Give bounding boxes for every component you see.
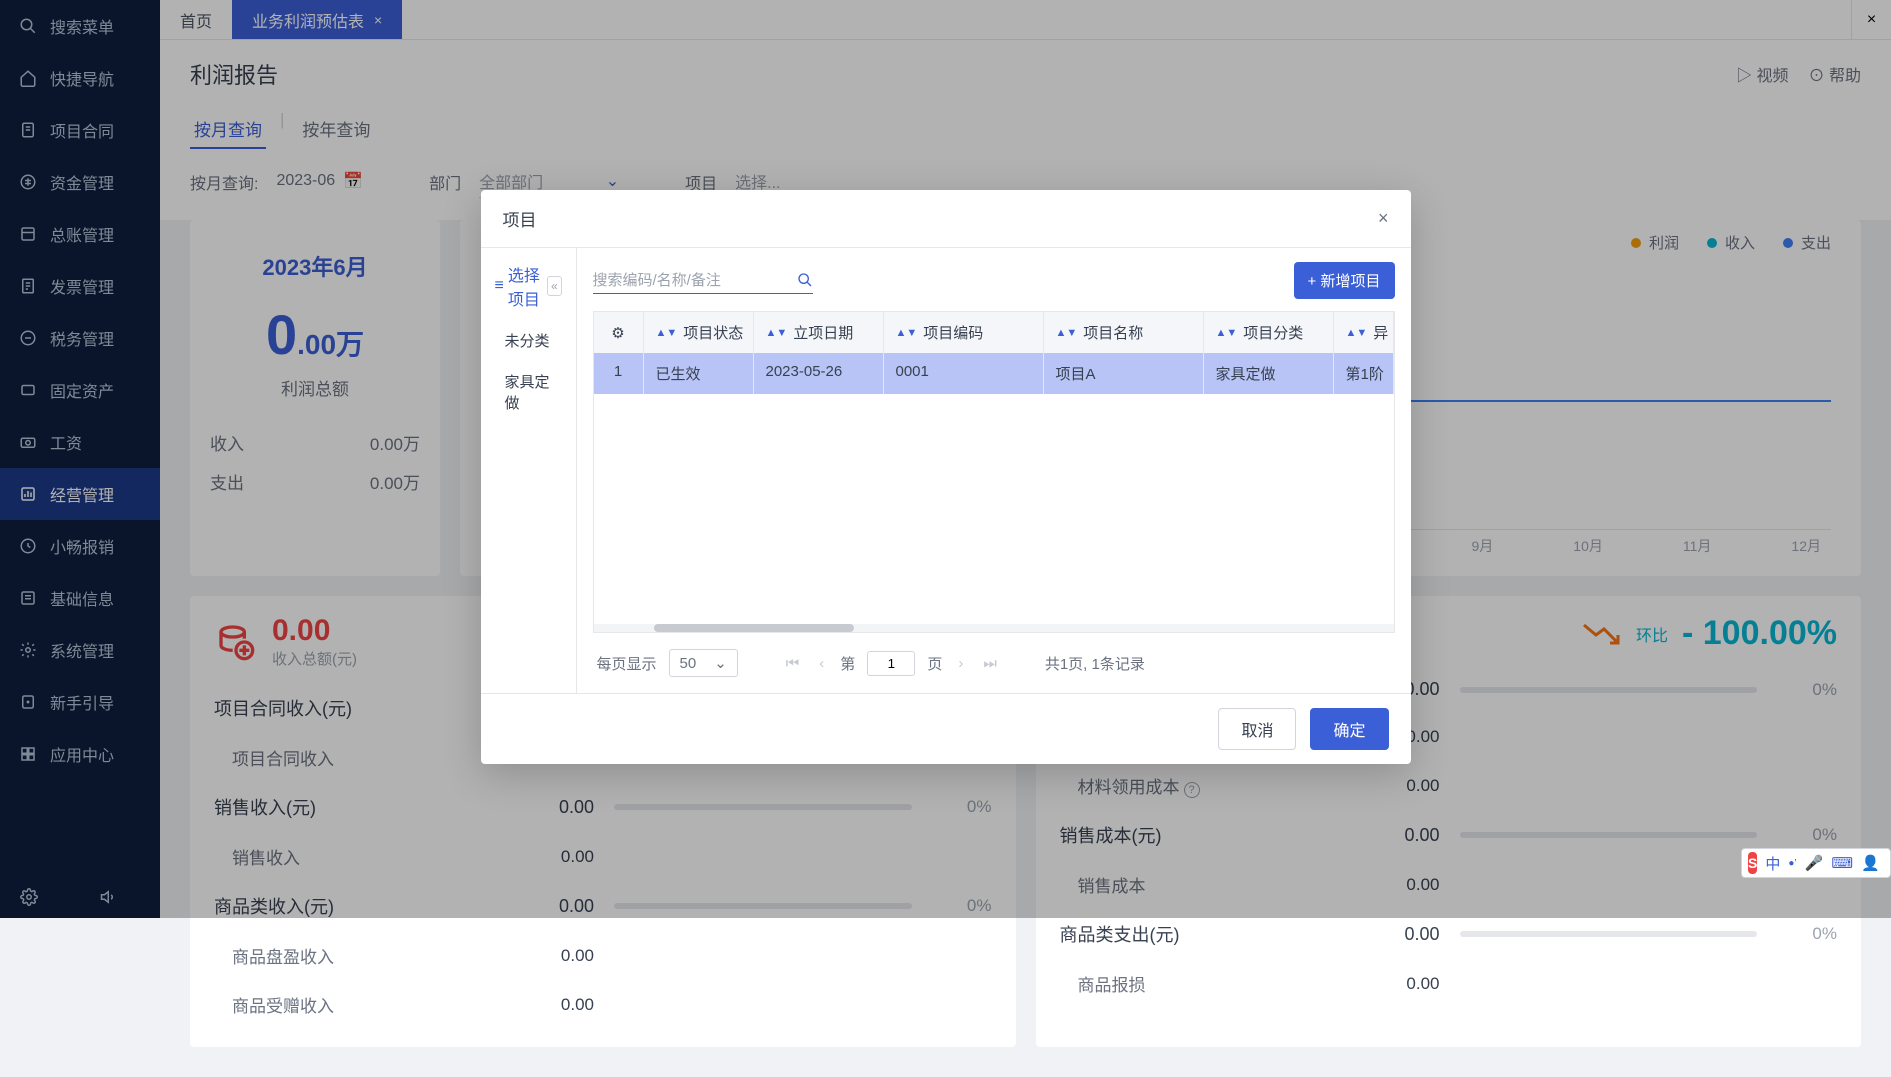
rev-row: 商品受赠收入0.00: [214, 980, 992, 1029]
page-last-button[interactable]: ⏭: [979, 655, 1001, 672]
search-input[interactable]: [593, 268, 813, 294]
sort-icon: ▲▼: [1346, 330, 1368, 336]
project-table: ⚙ ▲▼项目状态 ▲▼立项日期 ▲▼项目编码 ▲▼项目名称 ▲▼项目分类 ▲▼异…: [593, 311, 1395, 633]
ime-lang[interactable]: 中: [1765, 853, 1780, 874]
menu-icon[interactable]: ⋮: [1888, 854, 1891, 872]
ime-punct-icon[interactable]: ●’: [1788, 858, 1796, 869]
page-first-button[interactable]: ⏮: [782, 655, 804, 672]
bars-icon: ≡: [495, 277, 504, 295]
page-size-select[interactable]: 50⌄: [669, 649, 738, 677]
col-ext[interactable]: ▲▼异: [1334, 312, 1394, 353]
rev-row: 商品盘盈收入0.00: [214, 931, 992, 980]
table-header: ⚙ ▲▼项目状态 ▲▼立项日期 ▲▼项目编码 ▲▼项目名称 ▲▼项目分类 ▲▼异: [594, 312, 1394, 353]
chevron-down-icon: ⌄: [714, 654, 727, 672]
mic-icon[interactable]: 🎤: [1805, 854, 1824, 872]
sort-icon: ▲▼: [1056, 330, 1078, 336]
page-summary: 共1页, 1条记录: [1045, 653, 1145, 674]
rev-row: 商品报损0.00: [1060, 959, 1838, 1008]
collapse-icon[interactable]: «: [547, 276, 561, 296]
modal-overlay[interactable]: 项目 × ≡选择项目 « 未分类 家具定做 + 新增项目: [0, 0, 1891, 918]
sogou-icon: S: [1748, 852, 1757, 874]
sort-icon: ▲▼: [896, 330, 918, 336]
col-category[interactable]: ▲▼项目分类: [1204, 312, 1334, 353]
modal-footer: 取消 确定: [481, 693, 1411, 764]
ime-toolbar[interactable]: S 中 ●’ 🎤 ⌨ 👤 ⋮: [1741, 848, 1891, 878]
cancel-button[interactable]: 取消: [1218, 708, 1296, 750]
ok-button[interactable]: 确定: [1310, 708, 1388, 750]
side-item-furniture[interactable]: 家具定做: [481, 361, 576, 423]
project-modal: 项目 × ≡选择项目 « 未分类 家具定做 + 新增项目: [481, 190, 1411, 764]
col-code[interactable]: ▲▼项目编码: [884, 312, 1044, 353]
col-status[interactable]: ▲▼项目状态: [644, 312, 754, 353]
modal-main: + 新增项目 ⚙ ▲▼项目状态 ▲▼立项日期 ▲▼项目编码 ▲▼项目名称 ▲▼项…: [577, 248, 1411, 693]
col-name[interactable]: ▲▼项目名称: [1044, 312, 1204, 353]
search-field[interactable]: [593, 272, 797, 289]
modal-sidebar: ≡选择项目 « 未分类 家具定做: [481, 248, 577, 693]
person-icon[interactable]: 👤: [1861, 854, 1880, 872]
keyboard-icon[interactable]: ⌨: [1831, 854, 1853, 872]
search-icon[interactable]: [797, 272, 813, 288]
col-date[interactable]: ▲▼立项日期: [754, 312, 884, 353]
modal-title: 项目: [503, 206, 537, 231]
col-gear[interactable]: ⚙: [594, 312, 644, 353]
scrollbar-thumb[interactable]: [654, 624, 854, 632]
page-number-input[interactable]: [867, 651, 915, 676]
gear-icon: ⚙: [611, 324, 624, 342]
table-row[interactable]: 1 已生效 2023-05-26 0001 项目A 家具定做 第1阶: [594, 353, 1394, 394]
modal-header: 项目 ×: [481, 190, 1411, 248]
sort-icon: ▲▼: [1216, 330, 1238, 336]
side-item-uncategorized[interactable]: 未分类: [481, 320, 576, 361]
close-icon[interactable]: ×: [1378, 208, 1389, 229]
table-scrollbar[interactable]: [594, 624, 1394, 632]
add-project-button[interactable]: + 新增项目: [1294, 262, 1395, 299]
page-prev-button[interactable]: ‹: [815, 655, 828, 672]
page-next-button[interactable]: ›: [954, 655, 967, 672]
sort-icon: ▲▼: [766, 330, 788, 336]
sort-icon: ▲▼: [656, 330, 678, 336]
pagination: 每页显示 50⌄ ⏮ ‹ 第 页 › ⏭ 共1页, 1条记录: [593, 633, 1395, 685]
modal-side-head: ≡选择项目 «: [481, 262, 576, 320]
